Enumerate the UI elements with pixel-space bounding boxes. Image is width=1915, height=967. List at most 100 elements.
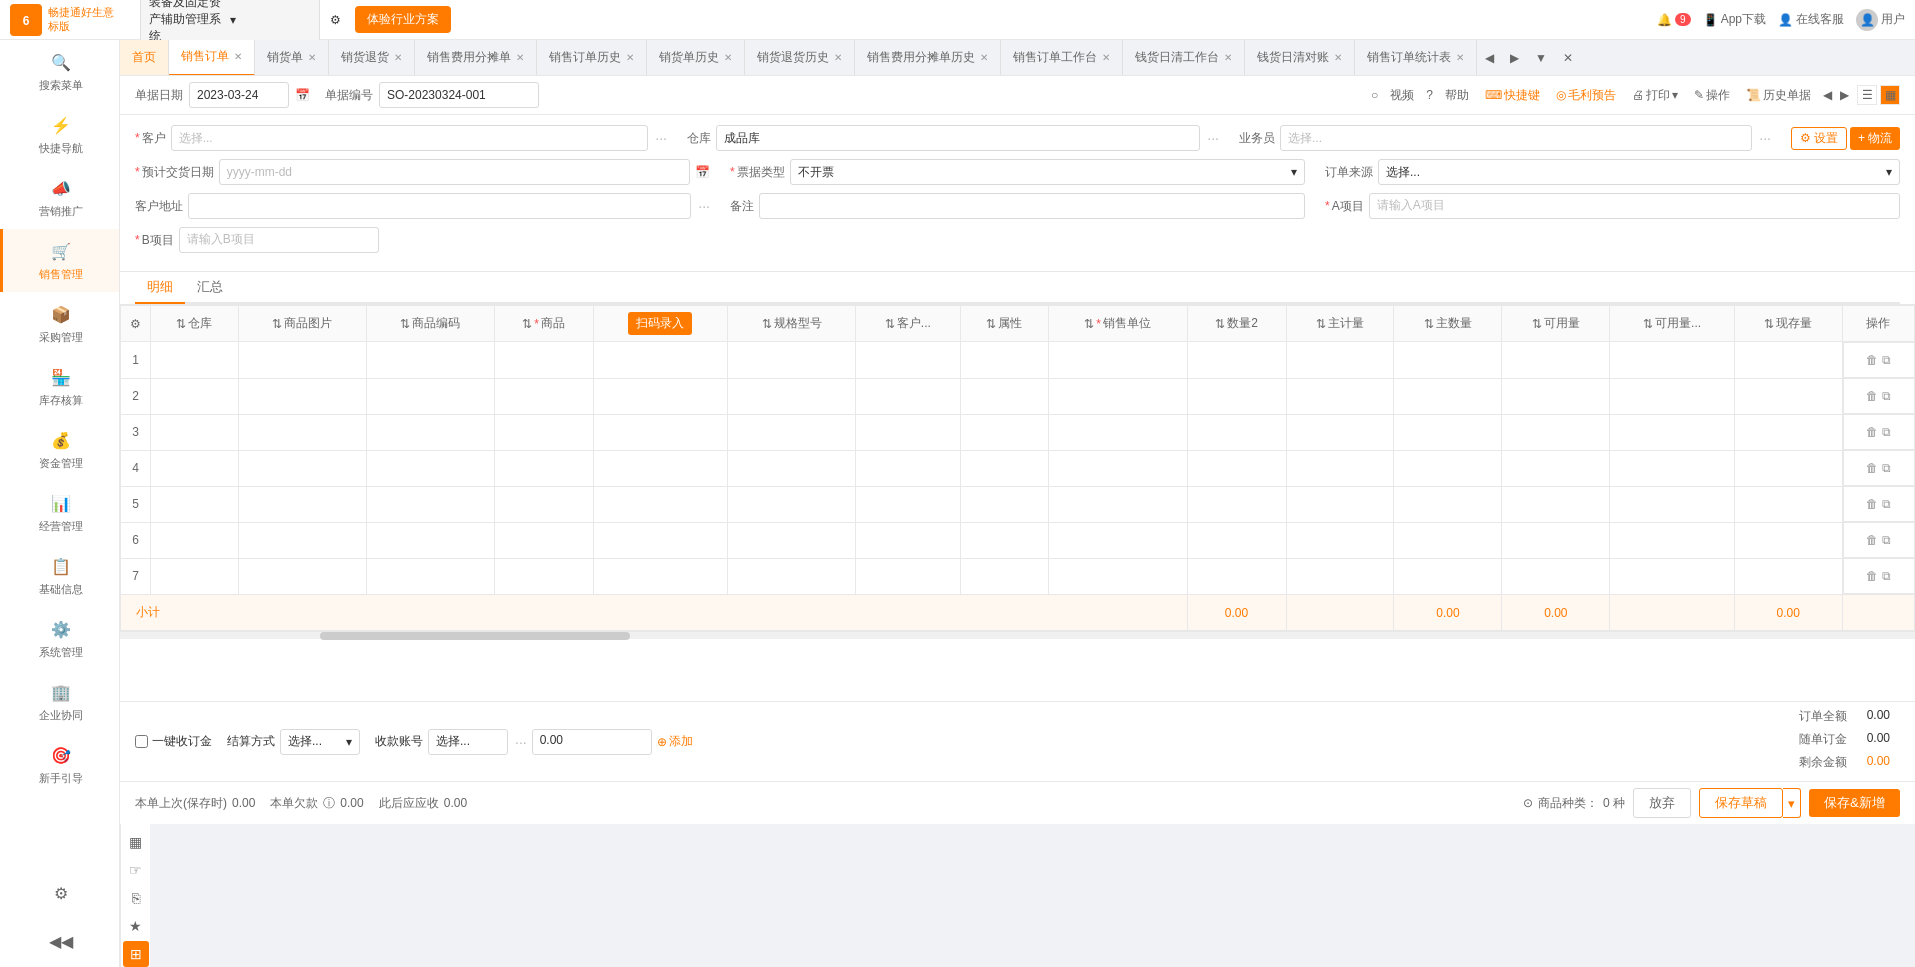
tab-close-sales-goods[interactable]: ✕: [308, 52, 316, 63]
ticket-select[interactable]: 不开票 ▾: [790, 159, 1305, 185]
tab-close-sales-stats[interactable]: ✕: [1456, 52, 1464, 63]
view-btn[interactable]: 视频: [1386, 85, 1418, 106]
row-copy-5[interactable]: ⧉: [1882, 497, 1891, 511]
account-select[interactable]: 选择...: [428, 729, 508, 755]
sidebar-item-system[interactable]: ⚙️ 系统管理: [0, 607, 119, 670]
tab-order-workbench[interactable]: 销售订单工作台 ✕: [1001, 40, 1123, 76]
right-scan-icon-btn[interactable]: ⊞: [123, 941, 149, 967]
customer-input[interactable]: 选择...: [171, 125, 649, 151]
amount-input[interactable]: 0.00: [532, 729, 652, 755]
tab-nav-left[interactable]: ◀: [1477, 40, 1502, 76]
tab-summary[interactable]: 汇总: [185, 272, 235, 302]
tab-close-sales-history[interactable]: ✕: [626, 52, 634, 63]
save-draft-chevron-btn[interactable]: ▾: [1783, 788, 1801, 818]
tab-close-sales-return[interactable]: ✕: [394, 52, 402, 63]
discard-button[interactable]: 放弃: [1633, 788, 1691, 818]
tab-close-fee-history[interactable]: ✕: [980, 52, 988, 63]
right-star-icon-btn[interactable]: ★: [123, 913, 149, 939]
customer-more-btn[interactable]: ···: [655, 130, 667, 146]
tab-cash-reconcile[interactable]: 钱货日清对账 ✕: [1245, 40, 1355, 76]
th-product[interactable]: ⇅*商品: [494, 306, 593, 342]
sidebar-item-quicknav[interactable]: ⚡ 快捷导航: [0, 103, 119, 166]
th-attr[interactable]: ⇅属性: [960, 306, 1048, 342]
tab-goods-history[interactable]: 销货单历史 ✕: [647, 40, 745, 76]
nav-right-icon[interactable]: ▶: [1840, 88, 1849, 102]
row-copy-2[interactable]: ⧉: [1882, 389, 1891, 403]
settings-icon[interactable]: ⚙: [325, 13, 345, 27]
scan-button[interactable]: 扫码录入: [628, 312, 692, 335]
app-download-btn[interactable]: 📱 App下载: [1703, 11, 1766, 28]
sidebar-item-finance[interactable]: 💰 资金管理: [0, 418, 119, 481]
th-available[interactable]: ⇅可用量: [1502, 306, 1610, 342]
print-btn[interactable]: 🖨 打印 ▾: [1628, 85, 1682, 106]
tab-return-history[interactable]: 销货退货历史 ✕: [745, 40, 855, 76]
th-customer-code[interactable]: ⇅客户...: [856, 306, 961, 342]
th-qty2[interactable]: ⇅数量2: [1187, 306, 1286, 342]
row-delete-3[interactable]: 🗑: [1866, 425, 1878, 439]
staff-input[interactable]: 选择...: [1280, 125, 1752, 151]
add-logistics-btn[interactable]: + 物流: [1850, 127, 1900, 150]
tab-sales-fee[interactable]: 销售费用分摊单 ✕: [415, 40, 537, 76]
tab-home[interactable]: 首页: [120, 40, 169, 76]
tab-fee-history[interactable]: 销售费用分摊单历史 ✕: [855, 40, 1001, 76]
user-btn[interactable]: 👤 用户: [1856, 9, 1905, 31]
one-key-checkbox[interactable]: [135, 735, 148, 748]
online-service-btn[interactable]: 👤 在线客服: [1778, 11, 1844, 28]
list-view-btn[interactable]: ☰: [1857, 85, 1877, 105]
th-scan[interactable]: 扫码录入: [593, 306, 727, 342]
row-delete-5[interactable]: 🗑: [1866, 497, 1878, 511]
row-delete-4[interactable]: 🗑: [1866, 461, 1878, 475]
horizontal-scrollbar[interactable]: [120, 631, 1915, 639]
save-new-button[interactable]: 保存&新增: [1809, 789, 1900, 817]
row-delete-2[interactable]: 🗑: [1866, 389, 1878, 403]
calendar-icon[interactable]: 📅: [295, 88, 310, 102]
tab-close-cash-reconcile[interactable]: ✕: [1334, 52, 1342, 63]
sidebar-item-base[interactable]: 📋 基础信息: [0, 544, 119, 607]
profit-btn[interactable]: ◎ 毛利预告: [1552, 85, 1620, 106]
sidebar-item-marketing[interactable]: 📣 营销推广: [0, 166, 119, 229]
help-btn[interactable]: 帮助: [1441, 85, 1473, 106]
tab-sales-goods[interactable]: 销货单 ✕: [255, 40, 329, 76]
tab-close-return-history[interactable]: ✕: [834, 52, 842, 63]
right-grid-icon-btn[interactable]: ▦: [123, 829, 149, 855]
sidebar-item-sales[interactable]: 🛒 销售管理: [0, 229, 119, 292]
th-available2[interactable]: ⇅可用量...: [1610, 306, 1735, 342]
nav-left-icon[interactable]: ◀: [1823, 88, 1832, 102]
sidebar-collapse[interactable]: ◀◀: [0, 919, 119, 967]
th-settings[interactable]: ⚙: [121, 306, 151, 342]
th-image[interactable]: ⇅商品图片: [238, 306, 366, 342]
project-a-input[interactable]: 请输入A项目: [1369, 193, 1900, 219]
right-finger-icon-btn[interactable]: ☞: [123, 857, 149, 883]
tab-sales-return[interactable]: 销货退货 ✕: [329, 40, 415, 76]
address-more-btn[interactable]: ···: [698, 198, 710, 214]
th-stock[interactable]: ⇅现存量: [1734, 306, 1842, 342]
th-main-qty[interactable]: ⇅主数量: [1394, 306, 1502, 342]
sidebar-item-operations[interactable]: 📊 经营管理: [0, 481, 119, 544]
payment-method-select[interactable]: 选择... ▾: [280, 729, 360, 755]
warehouse-more-btn[interactable]: ···: [1207, 130, 1219, 146]
notification-btn[interactable]: 🔔 9: [1657, 13, 1691, 27]
sidebar-item-purchase[interactable]: 📦 采购管理: [0, 292, 119, 355]
sidebar-item-guide[interactable]: 🎯 新手引导: [0, 733, 119, 796]
tab-close-order-workbench[interactable]: ✕: [1102, 52, 1110, 63]
calendar2-icon[interactable]: 📅: [695, 165, 710, 179]
row-copy-3[interactable]: ⧉: [1882, 425, 1891, 439]
scrollbar-thumb[interactable]: [320, 632, 630, 640]
row-copy-1[interactable]: ⧉: [1882, 353, 1891, 367]
tab-detail[interactable]: 明细: [135, 272, 185, 304]
address-input[interactable]: [188, 193, 691, 219]
sidebar-item-search[interactable]: 🔍 搜索菜单: [0, 40, 119, 103]
grid-view-btn[interactable]: ▦: [1880, 85, 1900, 105]
warehouse-input[interactable]: 成品库: [716, 125, 1200, 151]
row-copy-7[interactable]: ⧉: [1882, 569, 1891, 583]
history-btn[interactable]: 📜 历史单据: [1742, 85, 1815, 106]
th-warehouse[interactable]: ⇅仓库: [151, 306, 239, 342]
tab-close-cash-workbench[interactable]: ✕: [1224, 52, 1232, 63]
tab-nav-right[interactable]: ▶: [1502, 40, 1527, 76]
row-delete-6[interactable]: 🗑: [1866, 533, 1878, 547]
tab-cash-workbench[interactable]: 钱货日清工作台 ✕: [1123, 40, 1245, 76]
tab-nav-menu[interactable]: ▼: [1527, 40, 1555, 76]
th-spec[interactable]: ⇅规格型号: [728, 306, 856, 342]
tab-close-sales-order[interactable]: ✕: [234, 51, 242, 62]
tab-close-goods-history[interactable]: ✕: [724, 52, 732, 63]
